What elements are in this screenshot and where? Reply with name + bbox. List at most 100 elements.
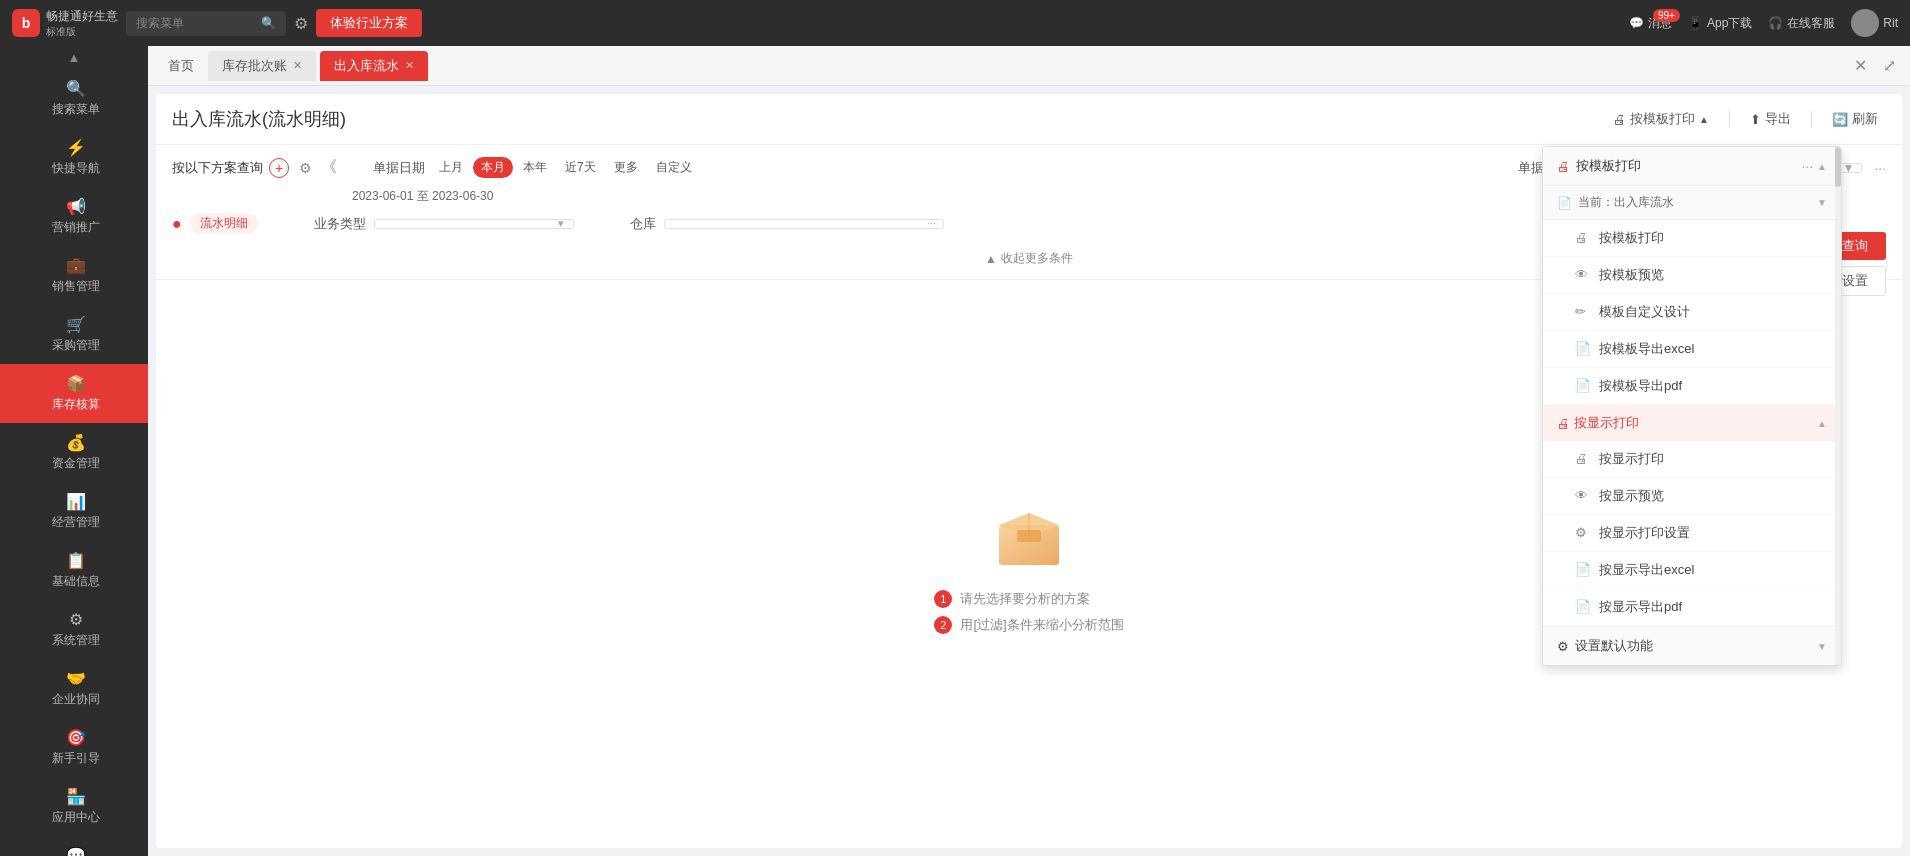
sidebar-item-label-marketing: 营销推广 <box>52 219 100 236</box>
basics-icon: 📋 <box>66 551 86 570</box>
page-header: 出入库流水(流水明细) 🖨 按模板打印 ▲ ⬆ 导出 🔄 <box>156 94 1902 145</box>
sidebar-item-system[interactable]: ⚙ 系统管理 <box>0 600 148 659</box>
user-name: Rit <box>1883 16 1898 30</box>
refresh-btn[interactable]: 🔄 刷新 <box>1824 106 1886 132</box>
sidebar-item-marketing[interactable]: 📢 营销推广 <box>0 187 148 246</box>
dropdown-item-template-pdf[interactable]: 📄 按模板导出pdf <box>1543 368 1841 405</box>
dropdown-item-template-preview[interactable]: 👁 按模板预览 <box>1543 257 1841 294</box>
current-item-label: 📄 当前：出入库流水 <box>1557 194 1674 211</box>
tab-inventory-batch-close[interactable]: ✕ <box>293 59 302 72</box>
display-preview-label: 按显示预览 <box>1599 487 1664 505</box>
dropdown-item-display-pdf[interactable]: 📄 按显示导出pdf <box>1543 589 1841 626</box>
dropdown-item-template-design[interactable]: ✏ 模板自定义设计 <box>1543 294 1841 331</box>
app-version: 标准版 <box>46 25 118 39</box>
page-content: 出入库流水(流水明细) 🖨 按模板打印 ▲ ⬆ 导出 🔄 <box>156 94 1902 848</box>
message-item[interactable]: 💬 消息 99+ <box>1629 15 1672 32</box>
finance-icon: 💰 <box>66 433 86 452</box>
display-print-label: 按显示打印 <box>1599 450 1664 468</box>
collapse-filter-btn[interactable]: 《 <box>321 157 337 178</box>
tab-close-all-btn[interactable]: ✕ <box>1850 52 1871 79</box>
filter-settings-btn[interactable]: ⚙ <box>295 158 315 178</box>
online-service-item[interactable]: 🎧 在线客服 <box>1768 15 1835 32</box>
date-tag-custom[interactable]: 自定义 <box>648 157 700 178</box>
logo-area: b 畅捷通好生意 标准版 <box>12 8 118 39</box>
sidebar-item-quicknav[interactable]: ⚡ 快捷导航 <box>0 128 148 187</box>
dropdown-item-display-excel[interactable]: 📄 按显示导出excel <box>1543 552 1841 589</box>
printer-icon: 🖨 <box>1613 112 1626 127</box>
sidebar-item-finance[interactable]: 💰 资金管理 <box>0 423 148 482</box>
step-2-text: 用[过滤]条件来缩小分析范围 <box>960 616 1123 634</box>
tab-stock-flow[interactable]: 出入库流水 ✕ <box>320 51 428 81</box>
sidebar-scroll-up[interactable]: ▲ <box>0 46 148 69</box>
dropdown-footer[interactable]: ⚙ 设置默认功能 ▼ <box>1543 626 1841 665</box>
gear-icon-topbar[interactable]: ⚙ <box>294 14 308 33</box>
purchase-icon: 🛒 <box>66 315 86 334</box>
warehouse-select[interactable] <box>664 219 944 229</box>
display-excel-label: 按显示导出excel <box>1599 561 1694 579</box>
doc-type-more-btn[interactable]: ··· <box>1874 160 1886 176</box>
date-tag-more[interactable]: 更多 <box>606 157 646 178</box>
sidebar-item-inventory[interactable]: 📦 库存核算 <box>0 364 148 423</box>
sidebar-item-collab[interactable]: 🤝 企业协同 <box>0 659 148 718</box>
weixin-icon: 💬 <box>66 846 86 856</box>
sidebar-item-basics[interactable]: 📋 基础信息 <box>0 541 148 600</box>
sidebar-item-search[interactable]: 🔍 搜索菜单 <box>0 69 148 128</box>
sidebar-item-label-system: 系统管理 <box>52 632 100 649</box>
print-template-btn[interactable]: 🖨 按模板打印 ▲ <box>1605 106 1717 132</box>
dropdown-display-section-header[interactable]: 🖨 按显示打印 ▲ <box>1543 405 1841 441</box>
user-area[interactable]: Rit <box>1851 9 1898 37</box>
dropdown-more-icon[interactable]: ··· <box>1801 158 1813 174</box>
date-tag-last-month[interactable]: 上月 <box>431 157 471 178</box>
date-tag-7days[interactable]: 近7天 <box>557 157 604 178</box>
date-tag-group: 上月 本月 本年 近7天 更多 自定义 <box>431 157 700 178</box>
collapse-more-btn[interactable]: ▲ 收起更多条件 <box>985 250 1073 267</box>
add-filter-btn[interactable]: + <box>269 158 289 178</box>
warehouse-label: 仓库 <box>630 215 656 233</box>
display-section-icon: 🖨 <box>1557 416 1570 431</box>
sidebar-item-purchase[interactable]: 🛒 采购管理 <box>0 305 148 364</box>
sidebar-item-label-search: 搜索菜单 <box>52 101 100 118</box>
dropdown-item-display-print[interactable]: 🖨 按显示打印 <box>1543 441 1841 478</box>
app-download-item[interactable]: 📱 App下载 <box>1688 15 1752 32</box>
tab-stock-flow-close[interactable]: ✕ <box>405 59 414 72</box>
export-btn[interactable]: ⬆ 导出 <box>1742 106 1799 132</box>
industry-button[interactable]: 体验行业方案 <box>316 9 422 37</box>
panel-scrollbar[interactable] <box>1835 147 1841 665</box>
date-tag-this-year[interactable]: 本年 <box>515 157 555 178</box>
tab-home[interactable]: 首页 <box>158 51 204 81</box>
sidebar-item-label-operations: 经营管理 <box>52 514 100 531</box>
chevron-up-icon: ▲ <box>1699 114 1709 125</box>
dropdown-item-template-print[interactable]: 🖨 按模板打印 <box>1543 220 1841 257</box>
online-service-label: 在线客服 <box>1787 15 1835 32</box>
print-template-label: 按模板打印 <box>1630 110 1695 128</box>
display-section-arrow: ▲ <box>1817 418 1827 429</box>
sidebar: ▲ 🔍 搜索菜单 ⚡ 快捷导航 📢 营销推广 💼 销售管理 🛒 采购管理 📦 库… <box>0 46 148 856</box>
printer-icon-tpl: 🖨 <box>1575 230 1591 246</box>
date-label: 单据日期 <box>373 159 425 177</box>
footer-arrow: ▼ <box>1817 641 1827 652</box>
sidebar-item-appcenter[interactable]: 🏪 应用中心 <box>0 777 148 836</box>
sidebar-item-operations[interactable]: 📊 经营管理 <box>0 482 148 541</box>
dropdown-header: 🖨 按模板打印 ··· ▲ <box>1543 147 1841 186</box>
biz-type-select[interactable] <box>374 219 574 229</box>
dropdown-collapse-arrow[interactable]: ▲ <box>1817 161 1827 172</box>
dropdown-current[interactable]: 📄 当前：出入库流水 ▼ <box>1543 186 1841 220</box>
operations-icon: 📊 <box>66 492 86 511</box>
dropdown-item-display-settings[interactable]: ⚙ 按显示打印设置 <box>1543 515 1841 552</box>
sidebar-item-weixin[interactable]: 💬 企业微信 <box>0 836 148 856</box>
printer-icon-dropdown: 🖨 <box>1557 159 1570 174</box>
biz-type-group: 业务类型 ▼ <box>314 215 574 233</box>
page-actions: 🖨 按模板打印 ▲ ⬆ 导出 🔄 刷新 <box>1605 106 1886 132</box>
search-bar[interactable]: 搜索菜单 🔍 <box>126 11 286 36</box>
dropdown-item-template-excel[interactable]: 📄 按模板导出excel <box>1543 331 1841 368</box>
filter-label-group: 按以下方案查询 + ⚙ 《 <box>172 157 337 178</box>
page-title: 出入库流水(流水明细) <box>172 107 346 131</box>
sidebar-item-guide[interactable]: 🎯 新手引导 <box>0 718 148 777</box>
dropdown-item-display-preview[interactable]: 👁 按显示预览 <box>1543 478 1841 515</box>
tab-expand-btn[interactable]: ⤢ <box>1879 52 1900 79</box>
sidebar-item-sales[interactable]: 💼 销售管理 <box>0 246 148 305</box>
date-tag-this-month[interactable]: 本月 <box>473 157 513 178</box>
message-icon: 💬 <box>1629 16 1644 30</box>
flow-detail-chip[interactable]: 流水明细 <box>190 213 258 234</box>
tab-inventory-batch[interactable]: 库存批次账 ✕ <box>208 51 316 81</box>
